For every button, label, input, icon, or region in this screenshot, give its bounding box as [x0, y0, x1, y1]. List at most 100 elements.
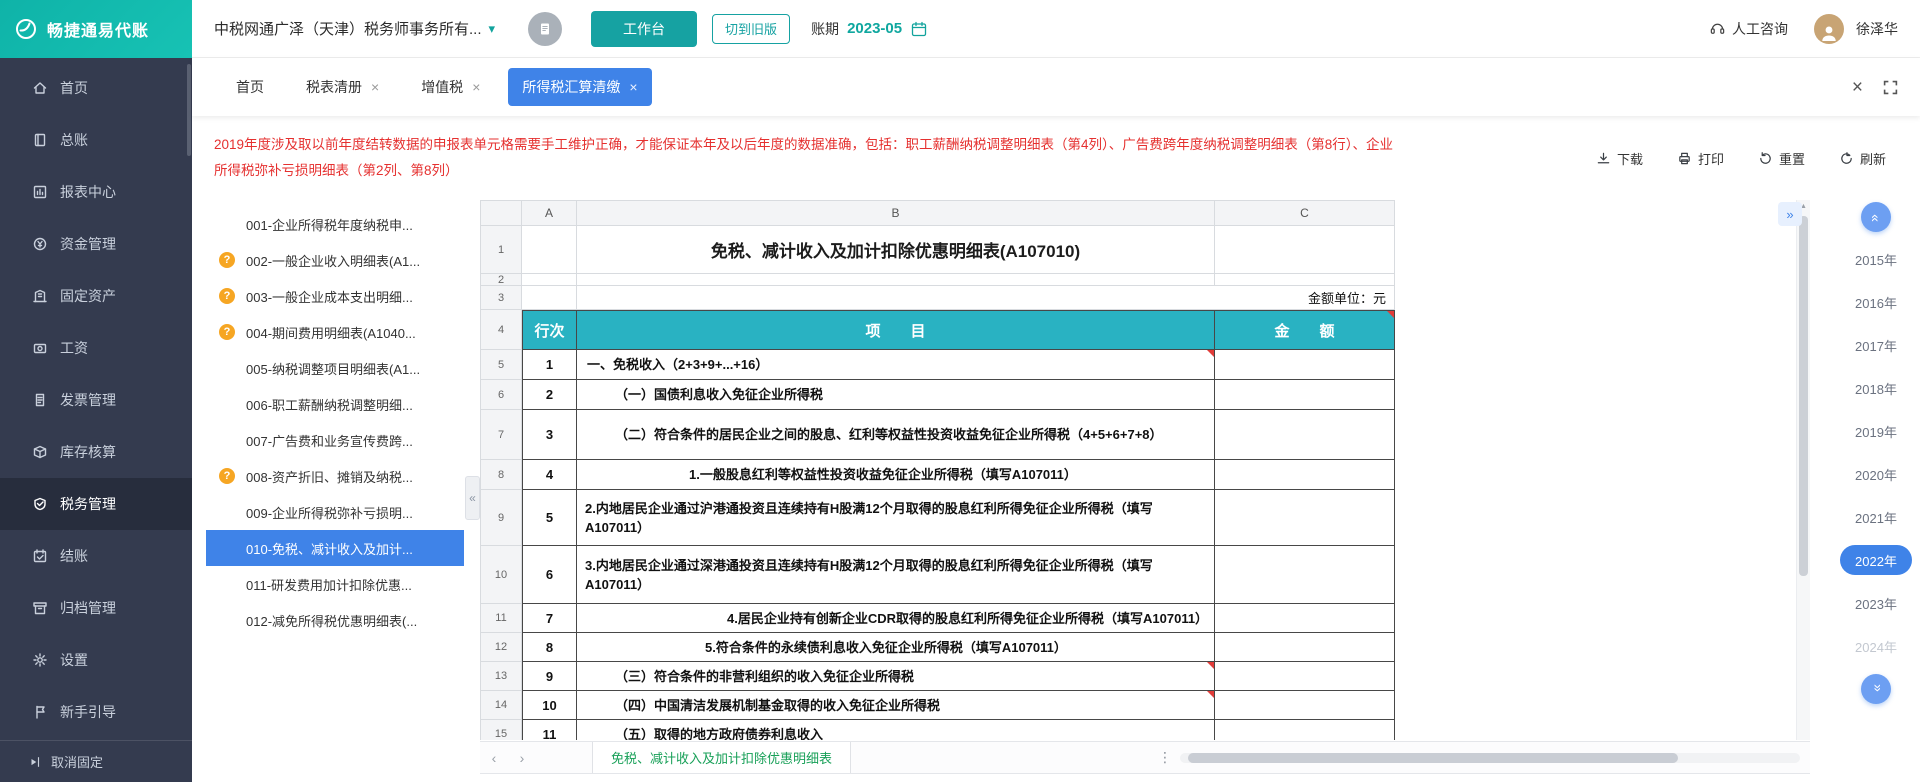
report-item-010-active[interactable]: 010-免税、减计收入及加计...: [206, 530, 464, 566]
line-no-cell[interactable]: 2: [522, 380, 577, 410]
year-2020[interactable]: 2020年: [1840, 459, 1912, 489]
year-2024-disabled[interactable]: 2024年: [1840, 631, 1912, 661]
next-sheet-icon[interactable]: ›: [508, 750, 536, 766]
year-2023[interactable]: 2023年: [1840, 588, 1912, 618]
amount-cell[interactable]: [1215, 350, 1395, 380]
expand-year-panel-button[interactable]: »: [1778, 202, 1802, 226]
collapse-report-list-handle[interactable]: «: [465, 476, 480, 520]
row-header[interactable]: 13: [480, 662, 522, 691]
reset-button[interactable]: 重置: [1758, 149, 1805, 168]
amount-cell[interactable]: [1215, 604, 1395, 633]
row-header[interactable]: 10: [480, 546, 522, 604]
row-header[interactable]: 9: [480, 490, 522, 546]
row-header[interactable]: 3: [480, 286, 522, 310]
row-header[interactable]: 15: [480, 720, 522, 740]
tab-vat[interactable]: 增值税 ×: [407, 68, 494, 106]
print-button[interactable]: 打印: [1677, 149, 1724, 168]
close-all-icon[interactable]: ×: [1852, 78, 1863, 97]
cell-a2[interactable]: [522, 274, 577, 286]
username[interactable]: 徐泽华: [1856, 19, 1898, 39]
sidebar-item-home[interactable]: 首页: [0, 62, 192, 114]
sidebar-item-funds[interactable]: 资金管理: [0, 218, 192, 270]
line-no-cell[interactable]: 5: [522, 490, 577, 546]
tab-home[interactable]: 首页: [222, 68, 278, 106]
line-no-cell[interactable]: 4: [522, 460, 577, 490]
amount-cell[interactable]: [1215, 380, 1395, 410]
workbench-button[interactable]: 工作台: [591, 10, 698, 47]
year-scroll-up-button[interactable]: «: [1861, 202, 1891, 232]
row-header[interactable]: 1: [480, 226, 522, 274]
year-2022-active[interactable]: 2022年: [1840, 545, 1912, 575]
announcement-button[interactable]: [528, 11, 563, 46]
table-header-line[interactable]: 行次: [522, 310, 577, 350]
row-header[interactable]: 14: [480, 691, 522, 720]
unpin-sidebar-button[interactable]: 取消固定: [0, 740, 192, 782]
column-header-c[interactable]: C: [1215, 200, 1395, 226]
amount-cell[interactable]: [1215, 691, 1395, 720]
company-selector[interactable]: 中税网通广泽（天津）税务师事务所有... ▾: [214, 18, 495, 39]
report-item-002[interactable]: ? 002-一般企业收入明细表(A1...: [206, 242, 464, 278]
prev-sheet-icon[interactable]: ‹: [480, 750, 508, 766]
sheet-title-cell[interactable]: 免税、减计收入及加计扣除优惠明细表(A107010): [577, 226, 1215, 274]
item-cell[interactable]: 2.内地居民企业通过沪港通投资且连续持有H股满12个月取得的股息红利所得免征企业…: [577, 490, 1215, 546]
row-header[interactable]: 11: [480, 604, 522, 633]
year-2018[interactable]: 2018年: [1840, 373, 1912, 403]
line-no-cell[interactable]: 10: [522, 691, 577, 720]
item-cell[interactable]: 4.居民企业持有创新企业CDR取得的股息红利所得免征企业所得税（填写A10701…: [577, 604, 1215, 633]
amount-cell[interactable]: [1215, 633, 1395, 662]
item-cell[interactable]: 一、免税收入（2+3+9+...+16）: [577, 350, 1215, 380]
cell-a3[interactable]: [522, 286, 577, 310]
support-button[interactable]: 人工咨询: [1709, 19, 1788, 39]
line-no-cell[interactable]: 6: [522, 546, 577, 604]
line-no-cell[interactable]: 7: [522, 604, 577, 633]
report-item-011[interactable]: 011-研发费用加计扣除优惠...: [206, 566, 464, 602]
year-2019[interactable]: 2019年: [1840, 416, 1912, 446]
avatar[interactable]: [1814, 13, 1844, 44]
row-header[interactable]: 7: [480, 410, 522, 460]
active-sheet-tab[interactable]: 免税、减计收入及加计扣除优惠明细表: [592, 742, 852, 773]
report-item-009[interactable]: 009-企业所得税弥补亏损明...: [206, 494, 464, 530]
year-2016[interactable]: 2016年: [1840, 287, 1912, 317]
table-header-amount[interactable]: 金 额: [1215, 310, 1395, 350]
cell-c1[interactable]: [1215, 226, 1395, 274]
table-header-item[interactable]: 项 目: [577, 310, 1215, 350]
amount-cell[interactable]: [1215, 662, 1395, 691]
year-scroll-down-button[interactable]: «: [1861, 674, 1891, 704]
sidebar-item-invoice[interactable]: 发票管理: [0, 374, 192, 426]
sidebar-scrollbar[interactable]: [187, 64, 191, 156]
report-item-007[interactable]: 007-广告费和业务宣传费跨...: [206, 422, 464, 458]
item-cell[interactable]: （二）符合条件的居民企业之间的股息、红利等权益性投资收益免征企业所得税（4+5+…: [577, 410, 1215, 460]
sidebar-item-inventory[interactable]: 库存核算: [0, 426, 192, 478]
amount-cell[interactable]: [1215, 460, 1395, 490]
amount-unit-cell[interactable]: 金额单位：元: [577, 286, 1395, 310]
close-tab-icon[interactable]: ×: [371, 80, 379, 94]
sidebar-item-general-ledger[interactable]: 总账: [0, 114, 192, 166]
report-item-005[interactable]: 005-纳税调整项目明细表(A1...: [206, 350, 464, 386]
sidebar-item-settings[interactable]: 设置: [0, 634, 192, 686]
row-header[interactable]: 5: [480, 350, 522, 380]
horizontal-scrollbar-thumb[interactable]: [1188, 752, 1678, 763]
download-button[interactable]: 下载: [1596, 149, 1643, 168]
amount-cell[interactable]: [1215, 410, 1395, 460]
year-2021[interactable]: 2021年: [1840, 502, 1912, 532]
sidebar-item-closing[interactable]: 结账: [0, 530, 192, 582]
sidebar-item-report-center[interactable]: 报表中心: [0, 166, 192, 218]
fullscreen-icon[interactable]: [1883, 80, 1898, 95]
sidebar-item-beginner-guide[interactable]: 新手引导: [0, 686, 192, 738]
report-item-004[interactable]: ? 004-期间费用明细表(A1040...: [206, 314, 464, 350]
item-cell[interactable]: （五）取得的地方政府债券利息收入: [577, 720, 1215, 740]
tab-income-tax-settlement[interactable]: 所得税汇算清缴 ×: [508, 68, 652, 106]
amount-cell[interactable]: [1215, 490, 1395, 546]
grid-corner-cell[interactable]: [480, 200, 522, 226]
close-tab-icon[interactable]: ×: [472, 80, 480, 94]
item-cell[interactable]: （一）国债利息收入免征企业所得税: [577, 380, 1215, 410]
amount-cell[interactable]: [1215, 546, 1395, 604]
column-header-b[interactable]: B: [577, 200, 1215, 226]
sidebar-item-payroll[interactable]: 工资: [0, 322, 192, 374]
cell-b2[interactable]: [577, 274, 1215, 286]
switch-old-version-button[interactable]: 切到旧版: [712, 13, 791, 44]
item-cell[interactable]: 1.一般股息红利等权益性投资收益免征企业所得税（填写A107011）: [577, 460, 1215, 490]
row-header[interactable]: 2: [480, 274, 522, 286]
tab-tax-form-register[interactable]: 税表清册 ×: [292, 68, 393, 106]
cell-a1[interactable]: [522, 226, 577, 274]
